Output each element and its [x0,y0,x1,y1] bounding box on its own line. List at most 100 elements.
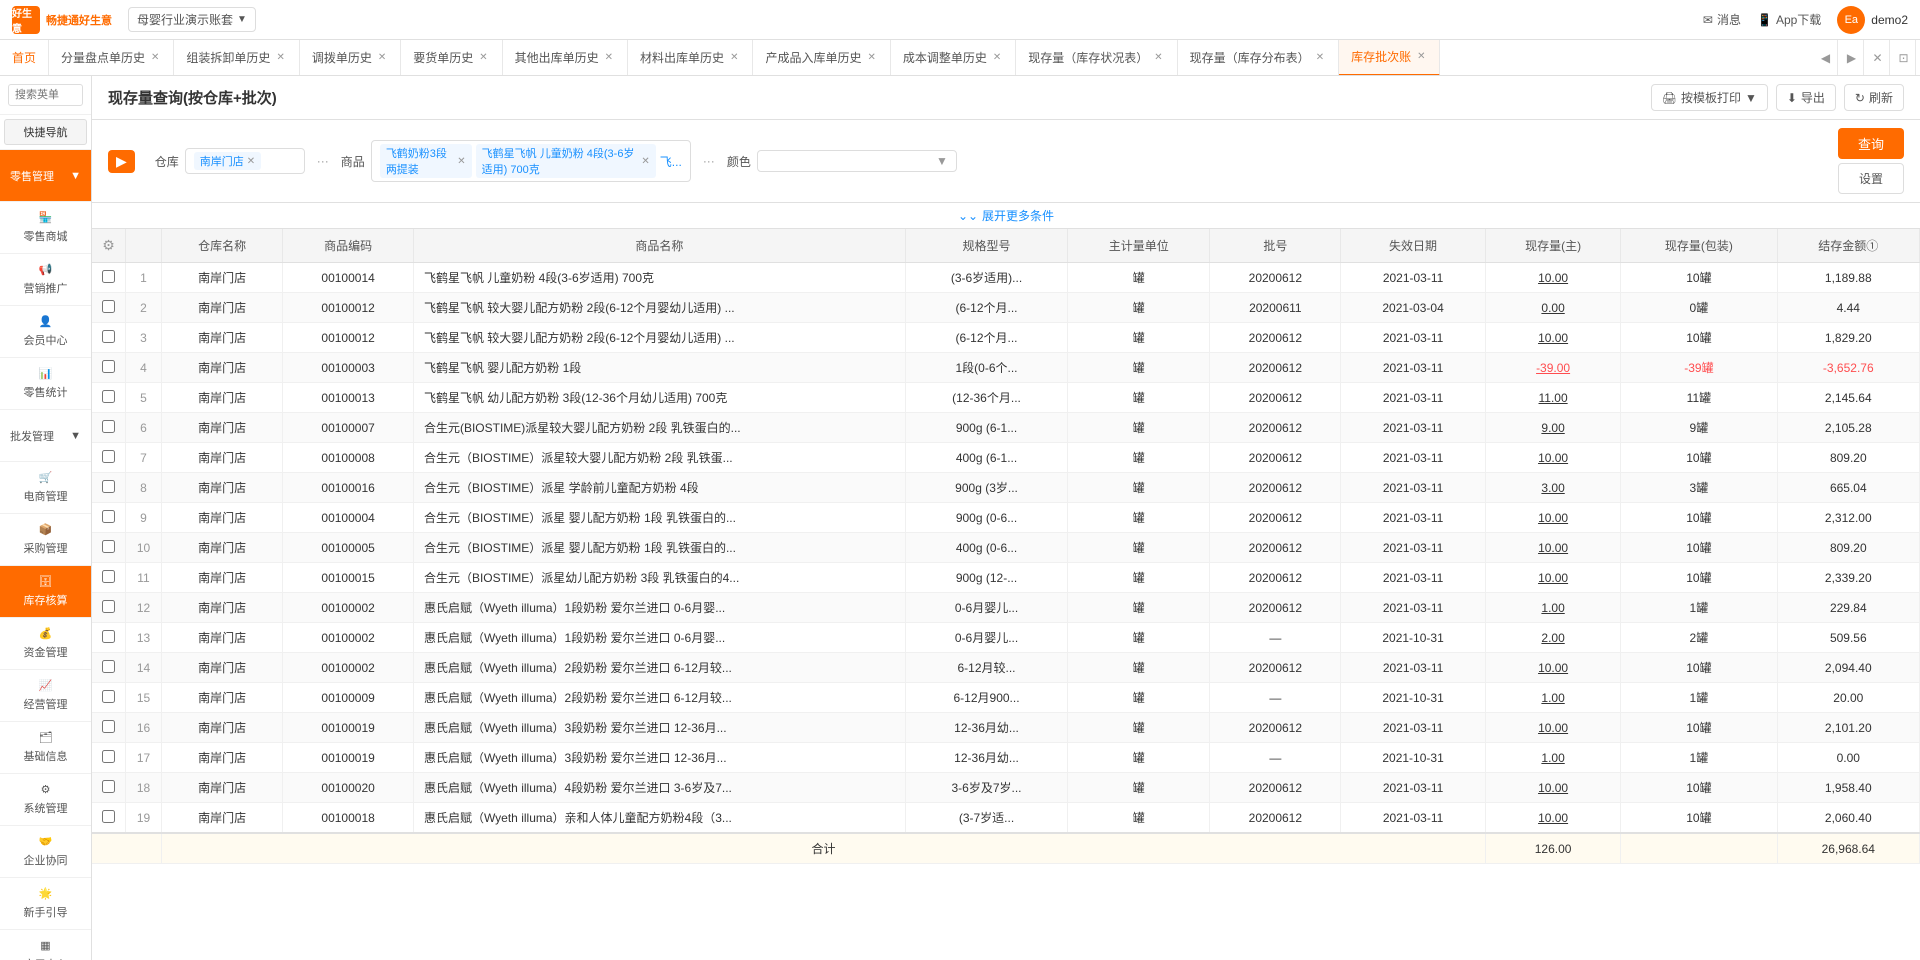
user-area[interactable]: Ea demo2 [1837,6,1908,34]
row-checkbox-cell[interactable] [92,593,126,623]
tab-close-icon[interactable]: ✕ [991,51,1003,64]
search-input[interactable] [8,84,83,106]
row-checkbox-cell[interactable] [92,383,126,413]
row-checkbox-cell[interactable] [92,263,126,293]
row-stock-main[interactable]: 10.00 [1485,443,1620,473]
tab-mix[interactable]: 调拨单历史 ✕ [300,40,401,76]
row-checkbox[interactable] [102,390,115,403]
sidebar-item-guide[interactable]: 🌟 新手引导 [0,878,91,930]
row-stock-main[interactable]: 10.00 [1485,773,1620,803]
tab-prev-btn[interactable]: ◀ [1814,40,1838,76]
row-stock-main[interactable]: -39.00 [1485,353,1620,383]
row-checkbox[interactable] [102,330,115,343]
settings-icon[interactable]: ⚙ [102,237,115,253]
tab-split-inventory[interactable]: 分量盘点单历史 ✕ [49,40,174,76]
row-checkbox[interactable] [102,450,115,463]
row-stock-main[interactable]: 10.00 [1485,653,1620,683]
row-checkbox[interactable] [102,420,115,433]
warehouse-input[interactable]: 南岸门店 ✕ [185,148,305,174]
row-checkbox-cell[interactable] [92,773,126,803]
row-stock-main[interactable]: 10.00 [1485,263,1620,293]
row-stock-main[interactable]: 10.00 [1485,533,1620,563]
tab-close-all-btn[interactable]: ✕ [1866,40,1890,76]
query-btn[interactable]: 查询 [1838,128,1904,159]
sidebar-item-purchase[interactable]: 📦 采购管理 [0,514,91,566]
product-input[interactable]: 飞鹤奶粉3段两提装 ✕ 飞鹤星飞帆 儿童奶粉 4段(3-6岁适用) 700克 ✕… [371,140,691,182]
sidebar-item-operation[interactable]: 📈 经营管理 [0,670,91,722]
tab-close-icon[interactable]: ✕ [376,51,388,64]
color-input[interactable]: ▼ [757,150,957,172]
row-checkbox[interactable] [102,690,115,703]
row-checkbox[interactable] [102,780,115,793]
row-checkbox[interactable] [102,750,115,763]
sidebar-item-member[interactable]: 👤 会员中心 [0,306,91,358]
row-checkbox-cell[interactable] [92,503,126,533]
tab-close-icon[interactable]: ✕ [603,51,615,64]
tab-requisition[interactable]: 要货单历史 ✕ [401,40,502,76]
row-stock-main[interactable]: 10.00 [1485,503,1620,533]
settings-btn[interactable]: 设置 [1838,163,1904,194]
row-stock-main[interactable]: 1.00 [1485,743,1620,773]
row-checkbox-cell[interactable] [92,353,126,383]
expand-more-btn[interactable]: ⌄⌄ 展开更多条件 [958,207,1054,224]
template-print-btn[interactable]: 🖨 按模板打印 ▼ [1651,84,1768,111]
product-more[interactable]: 飞... [660,153,682,170]
row-checkbox-cell[interactable] [92,323,126,353]
tab-material-out[interactable]: 材料出库单历史 ✕ [628,40,753,76]
row-stock-main[interactable]: 3.00 [1485,473,1620,503]
tab-other-out[interactable]: 其他出库单历史 ✕ [503,40,628,76]
sidebar-item-apps[interactable]: ▦ 应用中心 [0,930,91,960]
row-checkbox-cell[interactable] [92,413,126,443]
row-checkbox[interactable] [102,570,115,583]
row-checkbox-cell[interactable] [92,533,126,563]
row-checkbox[interactable] [102,270,115,283]
row-checkbox-cell[interactable] [92,293,126,323]
row-checkbox[interactable] [102,720,115,733]
row-stock-main[interactable]: 10.00 [1485,563,1620,593]
sidebar-item-wholesale[interactable]: 批发管理 ▼ [0,410,91,462]
row-checkbox[interactable] [102,360,115,373]
product-more-icon[interactable]: ··· [703,154,715,168]
quick-nav-btn[interactable]: 快捷导航 [4,119,87,145]
filter-expand-btn[interactable]: ▶ [108,150,135,173]
row-stock-main[interactable]: 2.00 [1485,623,1620,653]
sidebar-item-system[interactable]: ⚙ 系统管理 [0,774,91,826]
row-checkbox-cell[interactable] [92,563,126,593]
refresh-btn[interactable]: ↻ 刷新 [1844,84,1904,111]
row-stock-main[interactable]: 10.00 [1485,803,1620,834]
sidebar-item-ecommerce[interactable]: 🛒 电商管理 [0,462,91,514]
row-checkbox[interactable] [102,540,115,553]
sidebar-item-marketing[interactable]: 📢 营销推广 [0,254,91,306]
row-checkbox-cell[interactable] [92,623,126,653]
sidebar-item-finance[interactable]: 💰 资金管理 [0,618,91,670]
row-checkbox[interactable] [102,480,115,493]
export-btn[interactable]: ⬇ 导出 [1776,84,1836,111]
tab-close-icon[interactable]: ✕ [149,51,161,64]
tab-batch-voucher[interactable]: 库存批次账 ✕ [1339,40,1440,76]
row-checkbox[interactable] [102,300,115,313]
tab-close-icon[interactable]: ✕ [274,51,286,64]
row-stock-main[interactable]: 1.00 [1485,683,1620,713]
row-checkbox-cell[interactable] [92,653,126,683]
tab-product-in[interactable]: 产成品入库单历史 ✕ [753,40,890,76]
row-checkbox[interactable] [102,660,115,673]
sidebar-item-basic[interactable]: 🗂 基础信息 [0,722,91,774]
message-btn[interactable]: ✉ 消息 [1703,11,1741,28]
row-checkbox-cell[interactable] [92,683,126,713]
row-stock-main[interactable]: 10.00 [1485,713,1620,743]
row-stock-main[interactable]: 0.00 [1485,293,1620,323]
row-checkbox[interactable] [102,510,115,523]
tab-close-icon[interactable]: ✕ [1314,51,1326,64]
row-stock-main[interactable]: 9.00 [1485,413,1620,443]
tab-stock-status[interactable]: 现存量（库存状况表） ✕ [1016,40,1177,76]
sidebar-item-stats[interactable]: 📊 零售统计 [0,358,91,410]
warehouse-remove-icon[interactable]: ✕ [247,156,255,167]
row-stock-main[interactable]: 11.00 [1485,383,1620,413]
sidebar-item-shop[interactable]: 🏪 零售商城 [0,202,91,254]
sidebar-item-enterprise[interactable]: 🤝 企业协同 [0,826,91,878]
product-tag-2-remove[interactable]: ✕ [641,156,649,167]
product-tag-1-remove[interactable]: ✕ [457,156,465,167]
tab-close-icon[interactable]: ✕ [477,51,489,64]
sidebar-item-retail[interactable]: 零售管理 ▼ [0,150,91,202]
tab-close-icon[interactable]: ✕ [1152,51,1164,64]
